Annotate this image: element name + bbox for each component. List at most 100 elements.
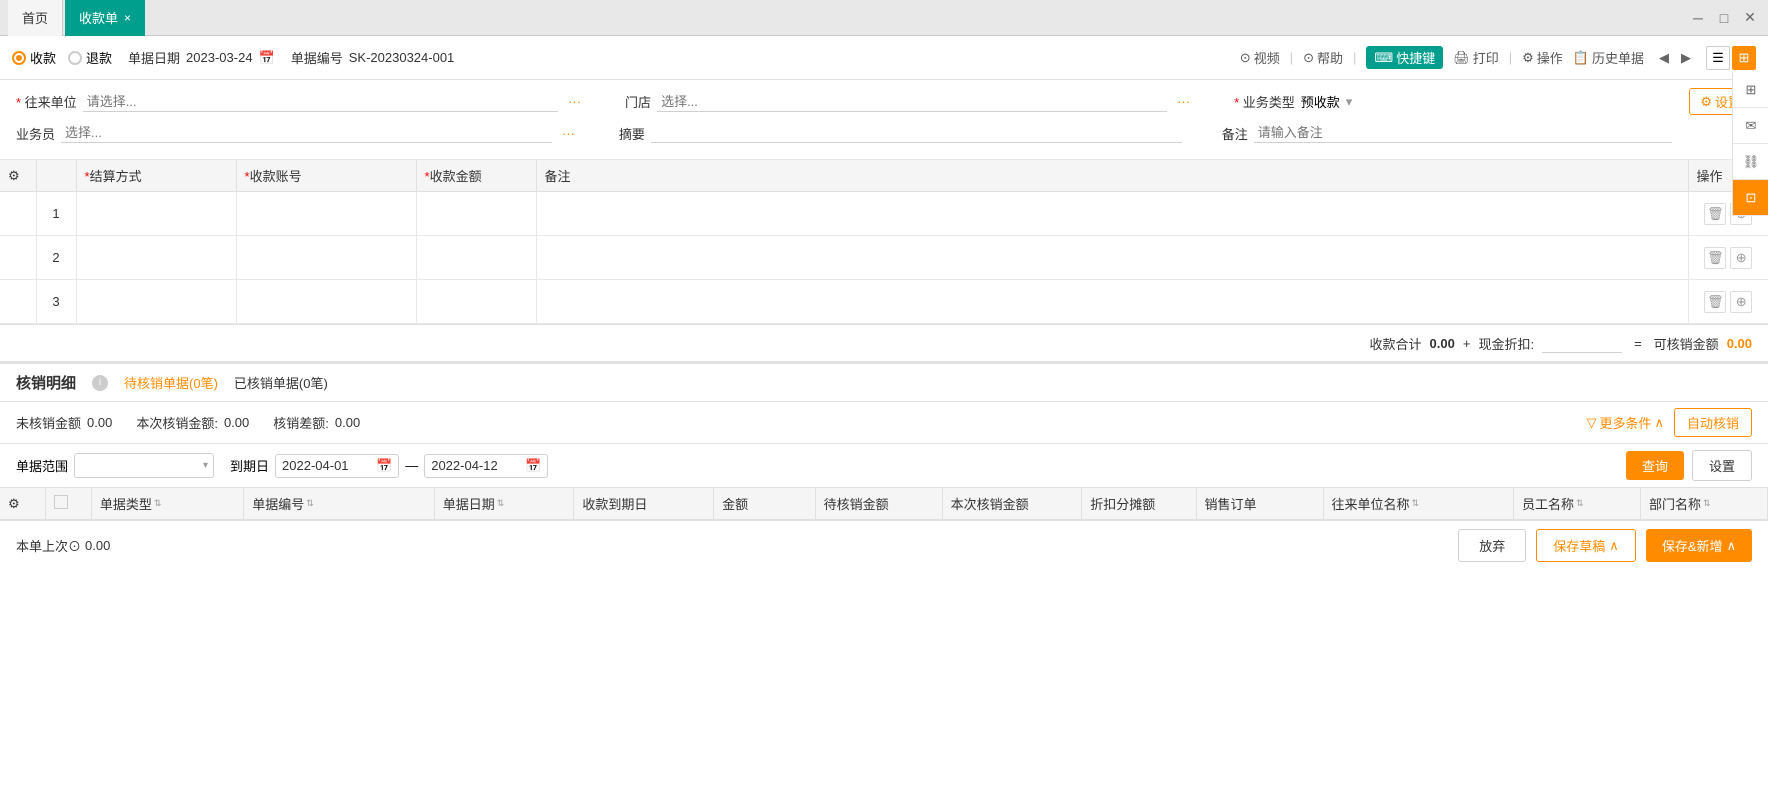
shortcut-btn[interactable]: ⌨ 快捷键 [1366, 46, 1443, 69]
query-button[interactable]: 查询 [1626, 451, 1684, 480]
select-all-checkbox[interactable] [54, 495, 68, 509]
nav-next[interactable]: ▶ [1676, 48, 1696, 68]
print-btn[interactable]: 🖨 打印 [1453, 48, 1499, 67]
form-row-1: 往来单位 ··· 门店 ··· 业务类型 预收款 ▾ ⚙ [16, 88, 1752, 115]
th-row-num [36, 160, 76, 192]
row-account-2[interactable] [236, 236, 416, 280]
discount-input[interactable] [1542, 333, 1622, 353]
save-draft-button[interactable]: 保存草稿 ∧ [1536, 529, 1636, 562]
wth-gear-icon[interactable]: ⚙ [8, 496, 20, 511]
grid-view-btn[interactable]: ⊞ [1732, 46, 1756, 70]
row-settle-1[interactable] [76, 192, 236, 236]
row-remark-2[interactable] [536, 236, 1688, 280]
sidebar-mail-icon[interactable]: ✉ [1733, 108, 1768, 144]
wth-type: 单据类型 ⇅ [91, 488, 243, 520]
calendar-icon[interactable]: 📅 [259, 50, 275, 66]
gear-icon[interactable]: ⚙ [8, 168, 20, 183]
maximize-button[interactable]: □ [1714, 8, 1734, 28]
gear-icon: ⚙ [1700, 94, 1712, 110]
more-conditions-btn[interactable]: ▽ 更多条件 ∧ [1586, 413, 1664, 432]
delete-icon-3[interactable]: 🗑 [1704, 291, 1726, 313]
range-label: 单据范围 [16, 456, 68, 475]
minimize-button[interactable]: ─ [1688, 8, 1708, 28]
counterpart-field: 往来单位 ··· [16, 92, 585, 112]
row-account-3[interactable] [236, 280, 416, 324]
row-settle-3[interactable] [76, 280, 236, 324]
filter-icon: ▽ [1586, 415, 1596, 431]
number-field: 单据编号 SK-20230324-001 [291, 48, 455, 67]
row-remark-1[interactable] [536, 192, 1688, 236]
summary-input[interactable] [651, 123, 1182, 143]
video-btn[interactable]: ⊙ 视频 [1240, 48, 1280, 67]
sidebar-clip-icon[interactable]: ⛓ [1733, 144, 1768, 180]
done-tab[interactable]: 已核销单据(0笔) [234, 373, 328, 392]
nav-prev[interactable]: ◀ [1654, 48, 1674, 68]
writeoff-info-icon[interactable]: i [92, 375, 108, 391]
row-amount-3[interactable] [416, 280, 536, 324]
cal-to-icon[interactable]: 📅 [525, 458, 541, 474]
sort-staff-icon: ⇅ [1576, 498, 1584, 509]
date-from-input[interactable] [282, 458, 372, 473]
row-gear-3 [0, 280, 36, 324]
counterpart-input[interactable] [83, 92, 558, 112]
current-value: 0.00 [224, 415, 249, 430]
wth-counterpart: 往来单位名称 ⇅ [1323, 488, 1513, 520]
table-row: 1 🗑 ⊕ [0, 192, 1768, 236]
history-btn[interactable]: 📋 历史单据 [1573, 48, 1644, 67]
operations-btn[interactable]: ⚙ 操作 [1522, 48, 1563, 67]
business-type-arrow[interactable]: ▾ [1346, 94, 1353, 110]
row-settle-2[interactable] [76, 236, 236, 280]
writeoff-settings-button[interactable]: 设置 [1692, 450, 1752, 481]
row-account-1[interactable] [236, 192, 416, 236]
writeoff-title: 核销明细 [16, 372, 76, 393]
cal-from-icon[interactable]: 📅 [376, 458, 392, 474]
radio-income[interactable]: 收款 [12, 48, 56, 67]
row-amount-2[interactable] [416, 236, 536, 280]
shortcut-icon: ⌨ [1374, 50, 1393, 66]
radio-refund[interactable]: 退款 [68, 48, 112, 67]
tab-home[interactable]: 首页 [8, 0, 63, 36]
help-btn[interactable]: ⊙ 帮助 [1303, 48, 1343, 67]
tab-active[interactable]: 收款单 × [65, 0, 145, 36]
range-select[interactable] [74, 453, 214, 478]
save-new-button[interactable]: 保存&新增 ∧ [1646, 529, 1752, 562]
income-table: ⚙ *结算方式 *收款账号 *收款金额 备注 [0, 160, 1768, 324]
total-label: 收款合计 [1370, 334, 1422, 353]
store-input[interactable] [657, 92, 1167, 112]
range-field: 单据范围 ▾ [16, 453, 214, 478]
filter-buttons: 查询 设置 [1626, 450, 1752, 481]
tab-close-icon[interactable]: × [124, 11, 131, 25]
toolbar: 收款 退款 单据日期 2023-03-24 📅 单据编号 SK-20230324… [0, 36, 1768, 80]
summary-label: 摘要 [619, 124, 645, 143]
list-view-btn[interactable]: ☰ [1706, 46, 1730, 70]
row-remark-3[interactable] [536, 280, 1688, 324]
date-value: 2023-03-24 [186, 50, 253, 65]
sidebar-table-icon[interactable]: ⊞ [1733, 72, 1768, 108]
sort-type-icon: ⇅ [154, 498, 162, 509]
auto-writeoff-button[interactable]: 自动核销 [1674, 408, 1752, 437]
delete-icon-1[interactable]: 🗑 [1704, 203, 1726, 225]
help-icon: ⊙ [1303, 50, 1314, 66]
wth-gear: ⚙ [0, 488, 46, 520]
number-value: SK-20230324-001 [349, 50, 455, 65]
sidebar-camera-icon[interactable]: ⊡ [1733, 180, 1768, 216]
writeoff-table-area: ⚙ 单据类型 ⇅ 单据编号 [0, 488, 1768, 520]
net-value: 0.00 [1727, 336, 1752, 351]
staff-more-icon[interactable]: ··· [558, 126, 579, 141]
copy-icon-2[interactable]: ⊕ [1730, 247, 1752, 269]
date-from-box: 📅 [275, 454, 399, 478]
delete-icon-2[interactable]: 🗑 [1704, 247, 1726, 269]
discard-button[interactable]: 放弃 [1458, 529, 1526, 562]
copy-icon-3[interactable]: ⊕ [1730, 291, 1752, 313]
staff-input[interactable] [61, 123, 552, 143]
store-more-icon[interactable]: ··· [1173, 94, 1194, 109]
range-select-wrapper: ▾ [74, 453, 214, 478]
counterpart-more-icon[interactable]: ··· [564, 94, 585, 109]
close-window-button[interactable]: ✕ [1740, 8, 1760, 28]
income-table-area: ⚙ *结算方式 *收款账号 *收款金额 备注 [0, 160, 1768, 325]
row-amount-1[interactable] [416, 192, 536, 236]
remark-input[interactable] [1254, 123, 1672, 143]
date-to-input[interactable] [431, 458, 521, 473]
pending-tab[interactable]: 待核销单据(0笔) [124, 373, 218, 392]
radio-income-label: 收款 [30, 48, 56, 67]
